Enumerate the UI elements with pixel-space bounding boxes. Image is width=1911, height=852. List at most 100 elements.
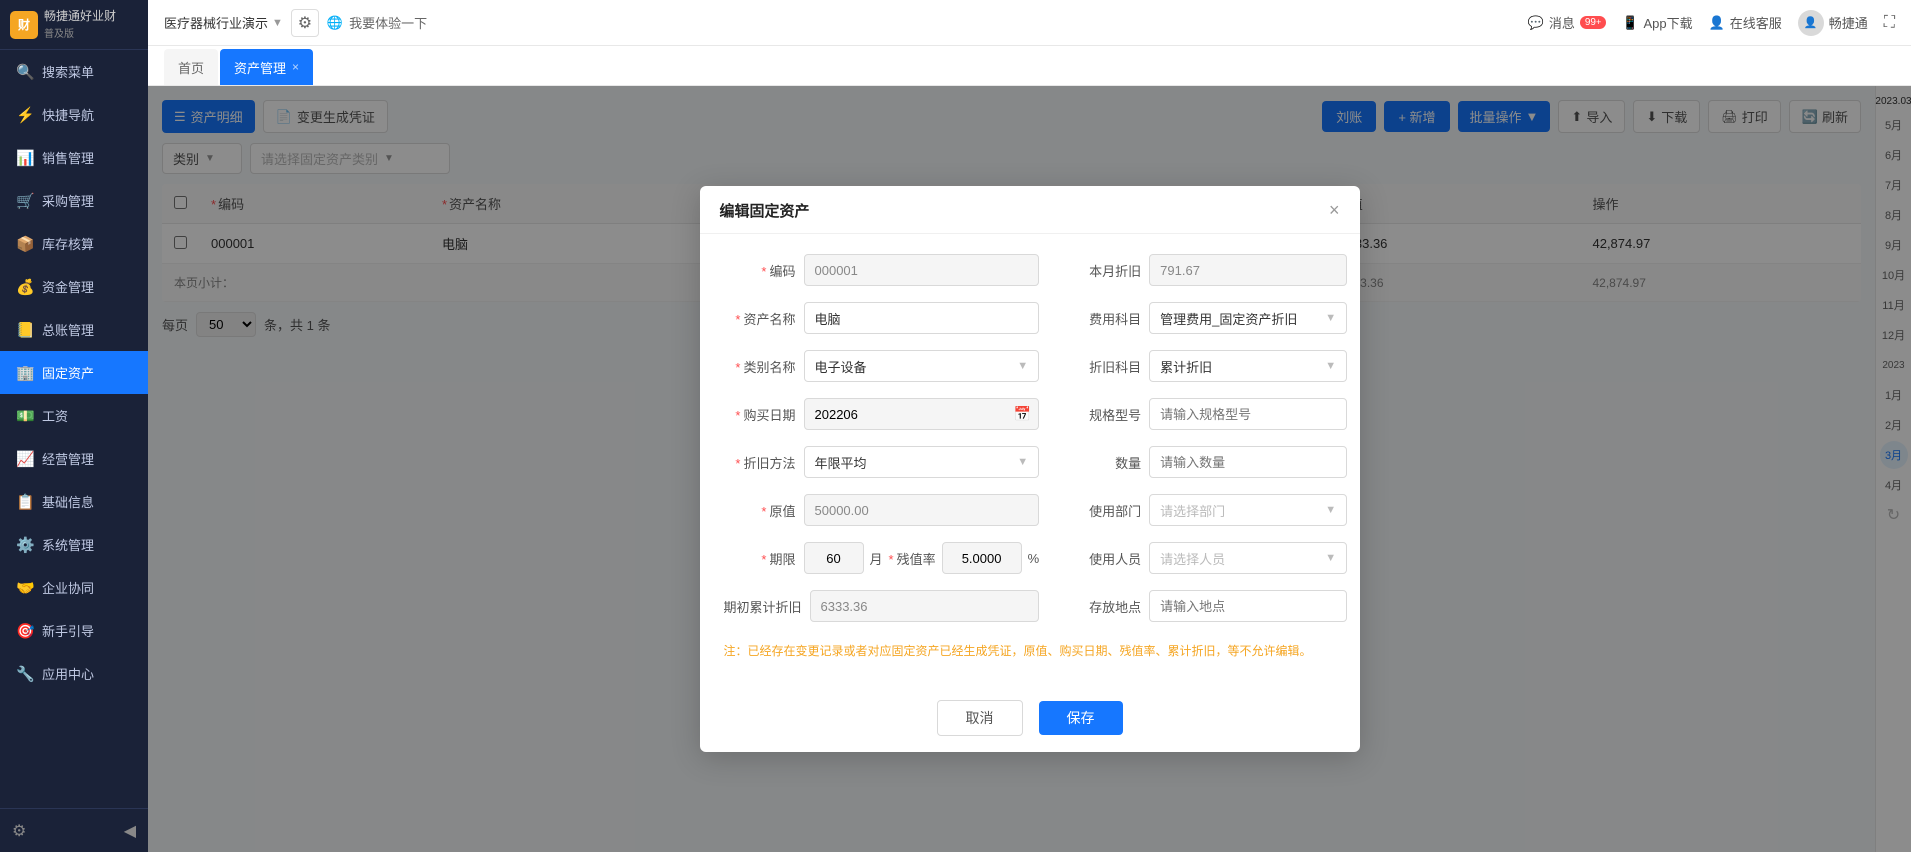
sidebar-item-sales[interactable]: 📊 销售管理	[0, 136, 148, 179]
apps-icon: 🔧	[16, 665, 34, 683]
depreciation-method-arrow-icon: ▼	[1017, 456, 1028, 468]
sidebar-item-assets[interactable]: 🏢 固定资产	[0, 351, 148, 394]
form-row-person: 使用人员 请选择人员 ▼	[1069, 542, 1347, 574]
residual-input[interactable]	[942, 542, 1022, 574]
user-button[interactable]: 👤 畅捷通	[1798, 10, 1868, 36]
search-icon: 🔍	[16, 63, 34, 81]
sidebar-bottom: ⚙ ◀	[0, 808, 148, 852]
main-area: 医疗器械行业演示 ▼ ⚙ 🌐 我要体验一下 💬 消息 99+ 📱 App下载	[148, 0, 1911, 852]
sidebar-item-enterprise[interactable]: 🤝 企业协同	[0, 566, 148, 609]
form-right-col: 本月折旧 费用科目 管理费用_固定资产折旧	[1069, 254, 1347, 638]
location-input[interactable]	[1149, 590, 1347, 622]
gear-icon: ⚙️	[16, 536, 34, 554]
depreciation-method-select[interactable]: 年限平均 ▼	[804, 446, 1040, 478]
settings-icon: ⚙	[298, 13, 312, 33]
app-download-label: App下载	[1643, 13, 1692, 32]
sidebar-item-search[interactable]: 🔍 搜索菜单	[0, 50, 148, 93]
modal-body: *编码 *资产名称	[700, 234, 1360, 687]
download-icon: 📱	[1622, 15, 1638, 31]
period-label: *期限	[724, 549, 796, 568]
sidebar-item-label: 库存核算	[42, 234, 94, 253]
handshake-icon: 🤝	[16, 579, 34, 597]
residual-unit: %	[1028, 551, 1040, 566]
department-placeholder: 请选择部门	[1160, 501, 1225, 520]
person-select[interactable]: 请选择人员 ▼	[1149, 542, 1347, 574]
sidebar-item-basic[interactable]: 📋 基础信息	[0, 480, 148, 523]
category-select[interactable]: 电子设备 ▼	[804, 350, 1040, 382]
form-row-expense-subject: 费用科目 管理费用_固定资产折旧 ▼	[1069, 302, 1347, 334]
expense-subject-arrow-icon: ▼	[1325, 312, 1336, 324]
form-row-asset-name: *资产名称	[724, 302, 1040, 334]
operations-icon: 📈	[16, 450, 34, 468]
tab-home[interactable]: 首页	[164, 49, 218, 85]
sidebar-item-label: 应用中心	[42, 664, 94, 683]
sidebar-item-operations[interactable]: 📈 经营管理	[0, 437, 148, 480]
depreciation-subject-select[interactable]: 累计折旧 ▼	[1149, 350, 1347, 382]
sidebar-item-inventory[interactable]: 📦 库存核算	[0, 222, 148, 265]
tab-assets-mgmt[interactable]: 资产管理 ×	[220, 49, 313, 85]
expand-icon[interactable]: ⛶	[1884, 14, 1895, 32]
sidebar-item-funds[interactable]: 💰 资金管理	[0, 265, 148, 308]
topbar-settings-button[interactable]: ⚙	[291, 9, 319, 37]
original-value-label: *原值	[724, 501, 796, 520]
message-label: 消息	[1549, 13, 1575, 32]
sidebar-item-ledger[interactable]: 📒 总账管理	[0, 308, 148, 351]
person-placeholder: 请选择人员	[1160, 549, 1225, 568]
app-download-button[interactable]: 📱 App下载	[1622, 13, 1692, 32]
spec-input[interactable]	[1149, 398, 1347, 430]
wage-icon: 💵	[16, 407, 34, 425]
cancel-button[interactable]: 取消	[937, 700, 1023, 736]
sidebar-item-purchase[interactable]: 🛒 采购管理	[0, 179, 148, 222]
form-left-col: *编码 *资产名称	[724, 254, 1040, 638]
quantity-input[interactable]	[1149, 446, 1347, 478]
purchase-date-input[interactable]	[804, 398, 1040, 430]
sidebar-item-system[interactable]: ⚙️ 系统管理	[0, 523, 148, 566]
sidebar-item-label: 工资	[42, 406, 68, 425]
settings-bottom-icon[interactable]: ⚙	[12, 821, 26, 841]
company-selector[interactable]: 医疗器械行业演示 ▼	[164, 13, 283, 32]
sidebar-item-label: 经营管理	[42, 449, 94, 468]
tab-home-label: 首页	[178, 58, 204, 77]
spec-label: 规格型号	[1069, 405, 1141, 424]
period-unit: 月	[870, 549, 883, 568]
period-input[interactable]	[804, 542, 864, 574]
sidebar-nav: 🔍 搜索菜单 ⚡ 快捷导航 📊 销售管理 🛒 采购管理 📦 库存核算 💰 资金管…	[0, 50, 148, 808]
asset-name-input[interactable]	[804, 302, 1040, 334]
category-value: 电子设备	[815, 357, 867, 376]
collapse-icon[interactable]: ◀	[124, 821, 136, 841]
code-input[interactable]	[804, 254, 1040, 286]
purchase-date-label: *购买日期	[724, 405, 796, 424]
period-row: 月 *残值率 %	[804, 542, 1040, 574]
form-row-quantity: 数量	[1069, 446, 1347, 478]
app-name: 畅捷通好业财	[44, 9, 116, 25]
sidebar-item-quicknav[interactable]: ⚡ 快捷导航	[0, 93, 148, 136]
form-row-initial-depreciation: 期初累计折旧	[724, 590, 1040, 622]
customer-service-label: 在线客服	[1730, 13, 1782, 32]
sidebar-item-apps[interactable]: 🔧 应用中心	[0, 652, 148, 695]
person-label: 使用人员	[1069, 549, 1141, 568]
sidebar-item-payroll[interactable]: 💵 工资	[0, 394, 148, 437]
flash-icon: ⚡	[16, 106, 34, 124]
app-edition: 普及版	[44, 25, 116, 40]
customer-service-button[interactable]: 👤 在线客服	[1709, 13, 1782, 32]
department-select[interactable]: 请选择部门 ▼	[1149, 494, 1347, 526]
original-value-input[interactable]	[804, 494, 1040, 526]
sidebar: 财 畅捷通好业财 普及版 🔍 搜索菜单 ⚡ 快捷导航 📊 销售管理 🛒 采购管理…	[0, 0, 148, 852]
message-icon: 💬	[1528, 15, 1544, 31]
form-row-depreciation-method: *折旧方法 年限平均 ▼	[724, 446, 1040, 478]
initial-depreciation-label: 期初累计折旧	[724, 597, 802, 616]
experience-button[interactable]: 🌐 我要体验一下	[327, 13, 427, 32]
calendar-icon[interactable]: 📅	[1014, 406, 1031, 423]
sidebar-item-label: 快捷导航	[42, 105, 94, 124]
form-row-code: *编码	[724, 254, 1040, 286]
sidebar-item-guide[interactable]: 🎯 新手引导	[0, 609, 148, 652]
message-button[interactable]: 💬 消息 99+	[1528, 13, 1607, 32]
initial-depreciation-input[interactable]	[810, 590, 1040, 622]
save-button[interactable]: 保存	[1039, 701, 1123, 735]
guide-icon: 🎯	[16, 622, 34, 640]
form-row-department: 使用部门 请选择部门 ▼	[1069, 494, 1347, 526]
modal-close-button[interactable]: ×	[1329, 200, 1340, 221]
expense-subject-select[interactable]: 管理费用_固定资产折旧 ▼	[1149, 302, 1347, 334]
tab-close-icon[interactable]: ×	[292, 60, 299, 74]
sidebar-item-label: 固定资产	[42, 363, 94, 382]
